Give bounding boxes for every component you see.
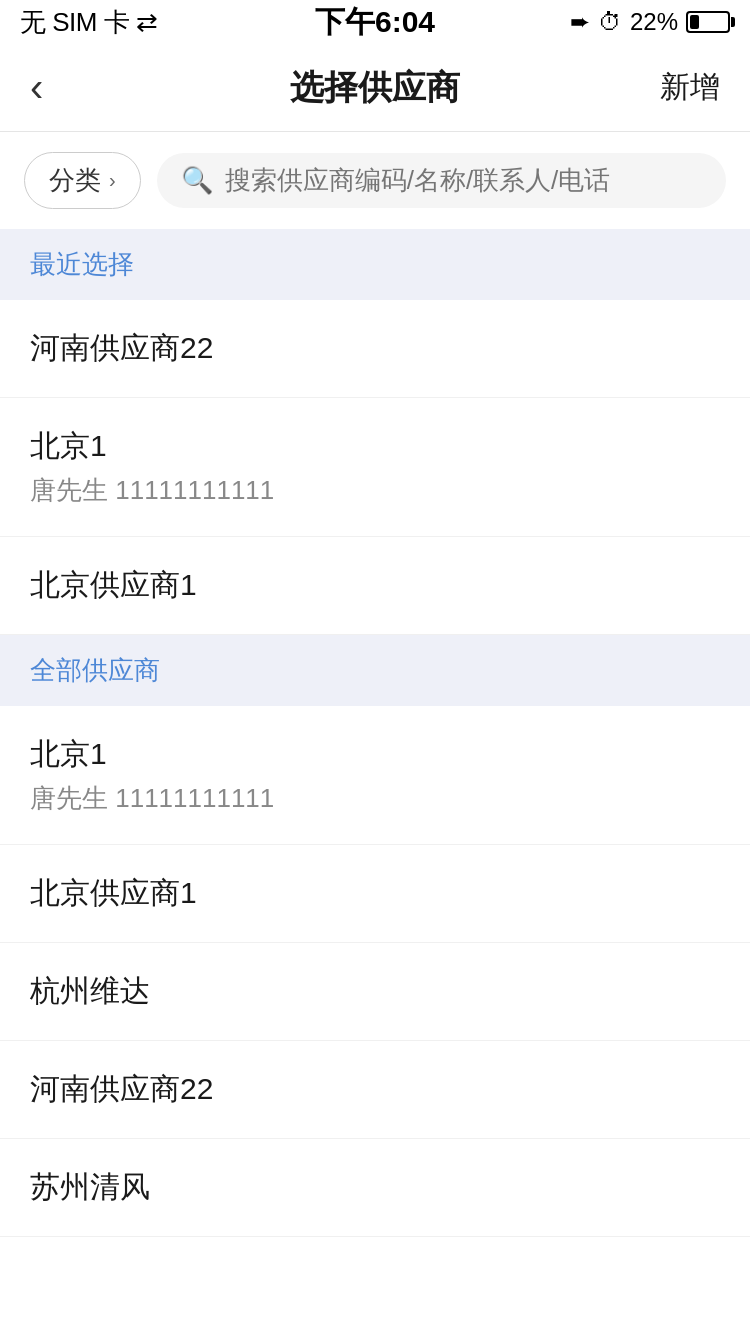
new-supplier-button[interactable]: 新增: [660, 67, 720, 108]
recent-section-header: 最近选择: [0, 229, 750, 300]
category-button[interactable]: 分类 ›: [24, 152, 141, 209]
item-name: 北京供应商1: [30, 565, 720, 606]
item-sub: 唐先生 11111111111: [30, 473, 720, 508]
search-icon: 🔍: [181, 165, 213, 196]
item-name: 北京供应商1: [30, 873, 720, 914]
category-label: 分类: [49, 163, 101, 198]
item-sub: 唐先生 11111111111: [30, 781, 720, 816]
status-right: ➨ ⏱ 22%: [570, 8, 730, 36]
list-item[interactable]: 北京供应商1: [0, 537, 750, 635]
nav-bar: ‹ 选择供应商 新增: [0, 44, 750, 132]
search-box: 🔍: [157, 153, 726, 208]
item-name: 河南供应商22: [30, 1069, 720, 1110]
search-input[interactable]: [225, 165, 702, 196]
alarm-icon: ⏱: [598, 8, 622, 36]
filter-bar: 分类 › 🔍: [0, 132, 750, 229]
item-name: 北京1: [30, 426, 720, 467]
chevron-right-icon: ›: [109, 169, 116, 192]
list-item[interactable]: 河南供应商22: [0, 300, 750, 398]
list-item[interactable]: 河南供应商22: [0, 1041, 750, 1139]
list-item[interactable]: 北京1 唐先生 11111111111: [0, 398, 750, 537]
all-list: 北京1 唐先生 11111111111 北京供应商1 杭州维达河南供应商22 苏州清风: [0, 706, 750, 1237]
item-name: 苏州清风: [30, 1167, 720, 1208]
status-time: 下午6:04: [315, 2, 435, 43]
status-bar: 无 SIM 卡 ⇄ 下午6:04 ➨ ⏱ 22%: [0, 0, 750, 44]
battery-percent: 22%: [630, 8, 678, 36]
item-name: 河南供应商22: [30, 328, 720, 369]
page-title: 选择供应商: [90, 65, 660, 111]
item-name: 杭州维达: [30, 971, 720, 1012]
recent-list: 河南供应商22 北京1 唐先生 11111111111 北京供应商1: [0, 300, 750, 635]
list-item[interactable]: 杭州维达: [0, 943, 750, 1041]
back-button[interactable]: ‹: [30, 65, 90, 110]
item-name: 北京1: [30, 734, 720, 775]
list-item[interactable]: 北京1 唐先生 11111111111: [0, 706, 750, 845]
list-item[interactable]: 苏州清风: [0, 1139, 750, 1237]
location-icon: ➨: [570, 8, 590, 36]
all-section-header: 全部供应商: [0, 635, 750, 706]
battery-icon: [686, 11, 730, 33]
list-item[interactable]: 北京供应商1: [0, 845, 750, 943]
status-carrier: 无 SIM 卡 ⇄: [20, 5, 157, 40]
